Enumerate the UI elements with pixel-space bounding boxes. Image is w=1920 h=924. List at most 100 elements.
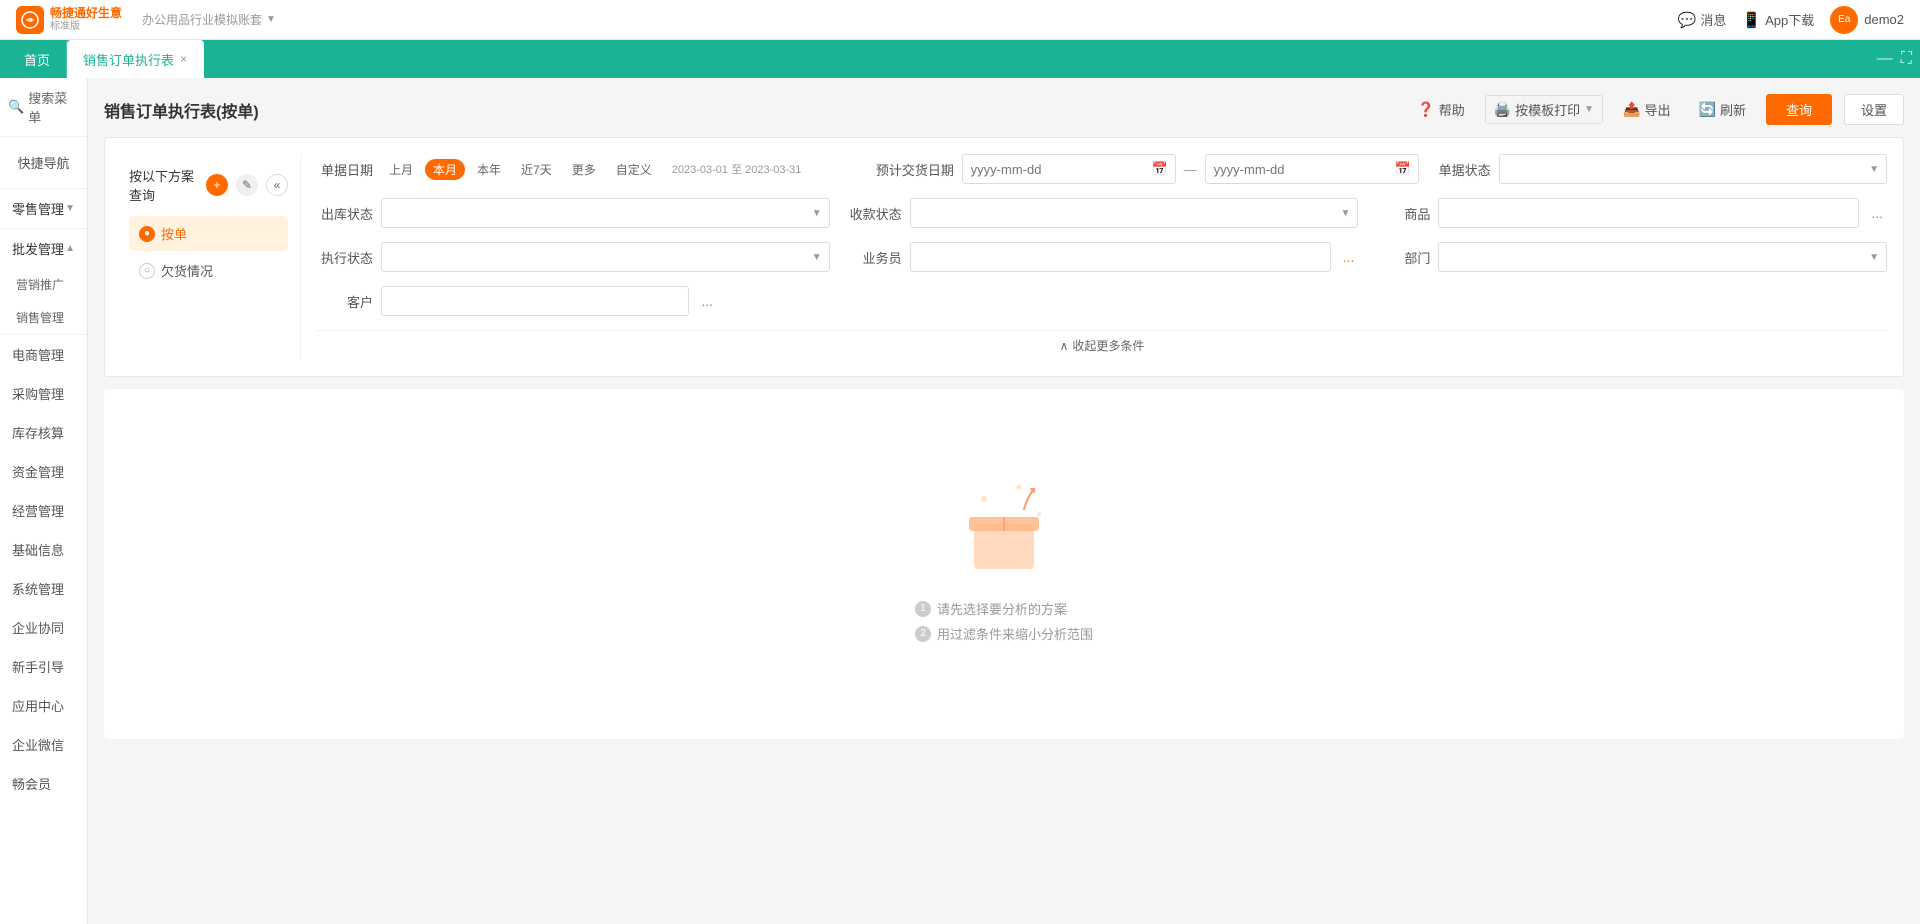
salesperson-input[interactable] [910,242,1331,272]
date-tab-prev-month[interactable]: 上月 [381,158,421,181]
sidebar-purchase-label: 采购管理 [12,387,64,402]
edit-scheme-button[interactable]: ✎ [236,174,258,196]
tab-home[interactable]: 首页 [8,40,67,78]
sidebar-item-inventory[interactable]: 库存核算 [0,413,87,452]
date-label: 单据日期 [317,160,373,179]
sidebar-item-enterprise-wechat[interactable]: 企业微信 [0,725,87,764]
sidebar-wholesale-header[interactable]: 批发管理 ▲ [0,229,87,268]
message-icon: 💬 [1678,11,1697,29]
exec-select[interactable] [381,242,830,272]
tab-sales-order[interactable]: 销售订单执行表 × [67,40,204,78]
left-nav-order-label: 按单 [161,224,187,243]
calendar-start-icon: 📅 [1151,161,1167,177]
tab-close-icon[interactable]: × [180,52,187,66]
tab-expand-button[interactable]: ⛶ [1901,50,1912,68]
logo-icon [16,6,44,34]
payment-select[interactable] [910,198,1359,228]
logo-subtext: 标准版 [50,21,122,33]
empty-text-container: 1 请先选择要分析的方案 2 用过滤条件来缩小分析范围 [915,599,1093,649]
sidebar-item-marketing[interactable]: 营销推广 [0,268,87,301]
collapse-panel-button[interactable]: « [266,174,288,196]
status-select[interactable] [1499,154,1887,184]
content-area: 销售订单执行表(按单) ❓ 帮助 🖨️ 按模板打印 ▼ 📤 导出 🔄 刷新 [88,78,1920,924]
sidebar-item-sales[interactable]: 销售管理 [0,301,87,334]
salesperson-more-button[interactable]: ... [1339,249,1359,265]
sidebar-search-label: 搜索菜单 [28,88,79,126]
breadcrumb[interactable]: 办公用品行业模拟账套 ▼ [142,11,276,28]
status-label: 单据状态 [1435,160,1491,179]
tab-bar-actions: — ⛶ [1877,50,1912,68]
sidebar-item-ecommerce[interactable]: 电商管理 [0,335,87,374]
date-end-input[interactable] [1205,154,1419,184]
customer-label: 客户 [317,292,373,311]
sidebar-item-finance[interactable]: 资金管理 [0,452,87,491]
sidebar-basic-info-label: 基础信息 [12,543,64,558]
sidebar-item-basic-info[interactable]: 基础信息 [0,530,87,569]
left-nav-order[interactable]: ● 按单 [129,216,288,251]
date-start-input[interactable] [962,154,1176,184]
left-nav-owe[interactable]: ○ 欠货情况 [129,253,288,288]
help-icon: ❓ [1417,101,1434,118]
collapse-filter-button[interactable]: ∧ 收起更多条件 [317,330,1887,360]
date-end-wrapper: 📅 [1205,154,1419,184]
empty-svg [954,479,1054,579]
sidebar-wholesale-arrow-icon: ▲ [65,243,75,254]
sidebar-item-operation[interactable]: 经营管理 [0,491,87,530]
sidebar-section-retail: 零售管理 ▼ [0,189,87,229]
filter-group-payment: 收款状态 ▼ [846,198,1359,228]
sidebar-item-system[interactable]: 系统管理 [0,569,87,608]
export-label: 导出 [1645,100,1671,119]
goods-more-button[interactable]: ... [1867,205,1887,221]
sidebar-app-center-label: 应用中心 [12,699,64,714]
sidebar-item-quick-nav[interactable]: 快捷导航 [0,145,87,180]
goods-input[interactable] [1438,198,1859,228]
filter-group-date: 单据日期 上月 本月 本年 近7天 更多 自定义 2023-03-01 至 20… [317,158,860,181]
print-button[interactable]: 🖨️ 按模板打印 ▼ [1485,95,1603,124]
refresh-button[interactable]: 🔄 刷新 [1691,96,1754,123]
sidebar-item-new-user[interactable]: 新手引导 [0,647,87,686]
export-button[interactable]: 📤 导出 [1615,96,1678,123]
sidebar-item-enterprise[interactable]: 企业协同 [0,608,87,647]
header-right: 💬 消息 📱 App下载 Ea demo2 [1678,6,1904,34]
sidebar-operation-label: 经营管理 [12,504,64,519]
date-start-wrapper: 📅 [962,154,1176,184]
sidebar-retail-header[interactable]: 零售管理 ▼ [0,189,87,228]
date-tab-more[interactable]: 更多 [564,158,604,181]
edit-icon: ✎ [242,178,252,192]
refresh-icon: 🔄 [1699,101,1716,118]
query-button[interactable]: 查询 [1766,94,1832,125]
customer-input[interactable] [381,286,689,316]
settings-button[interactable]: 设置 [1844,94,1904,125]
date-tab-custom[interactable]: 自定义 [608,158,660,181]
date-tab-this-year[interactable]: 本年 [469,158,509,181]
sidebar-marketing-label: 营销推广 [16,276,64,293]
user-menu[interactable]: Ea demo2 [1830,6,1904,34]
filter-group-dept: 部门 ▼ [1374,242,1887,272]
sidebar-inventory-label: 库存核算 [12,426,64,441]
date-tab-this-month[interactable]: 本月 [425,159,465,180]
payment-select-wrapper: ▼ [910,198,1359,228]
customer-more-button[interactable]: ... [697,293,717,309]
sidebar-finance-label: 资金管理 [12,465,64,480]
sidebar-search[interactable]: 🔍 搜索菜单 [0,78,87,137]
left-panel-header: 按以下方案查询 + ✎ « [129,166,288,204]
out-stock-select[interactable] [381,198,830,228]
help-button[interactable]: ❓ 帮助 [1409,96,1472,123]
add-scheme-button[interactable]: + [206,174,228,196]
logo-text: 畅捷通好生意 [50,6,122,20]
sidebar-item-member[interactable]: 畅会员 [0,764,87,803]
app-download-button[interactable]: 📱 App下载 [1742,10,1814,29]
dept-select[interactable] [1438,242,1887,272]
sidebar-item-app-center[interactable]: 应用中心 [0,686,87,725]
sidebar-wholesale-label: 批发管理 [12,239,64,258]
user-initial: Ea [1838,14,1850,25]
tab-minimize-button[interactable]: — [1877,50,1893,68]
sidebar-item-purchase[interactable]: 采购管理 [0,374,87,413]
collapse-icon: ∧ [1060,339,1069,353]
print-arrow-icon: ▼ [1584,104,1594,115]
salesperson-label: 业务员 [846,248,902,267]
message-button[interactable]: 💬 消息 [1678,10,1727,29]
date-tab-7days[interactable]: 近7天 [513,158,560,181]
sidebar-member-label: 畅会员 [12,777,51,792]
filter-row-1: 单据日期 上月 本月 本年 近7天 更多 自定义 2023-03-01 至 20… [317,154,1887,184]
